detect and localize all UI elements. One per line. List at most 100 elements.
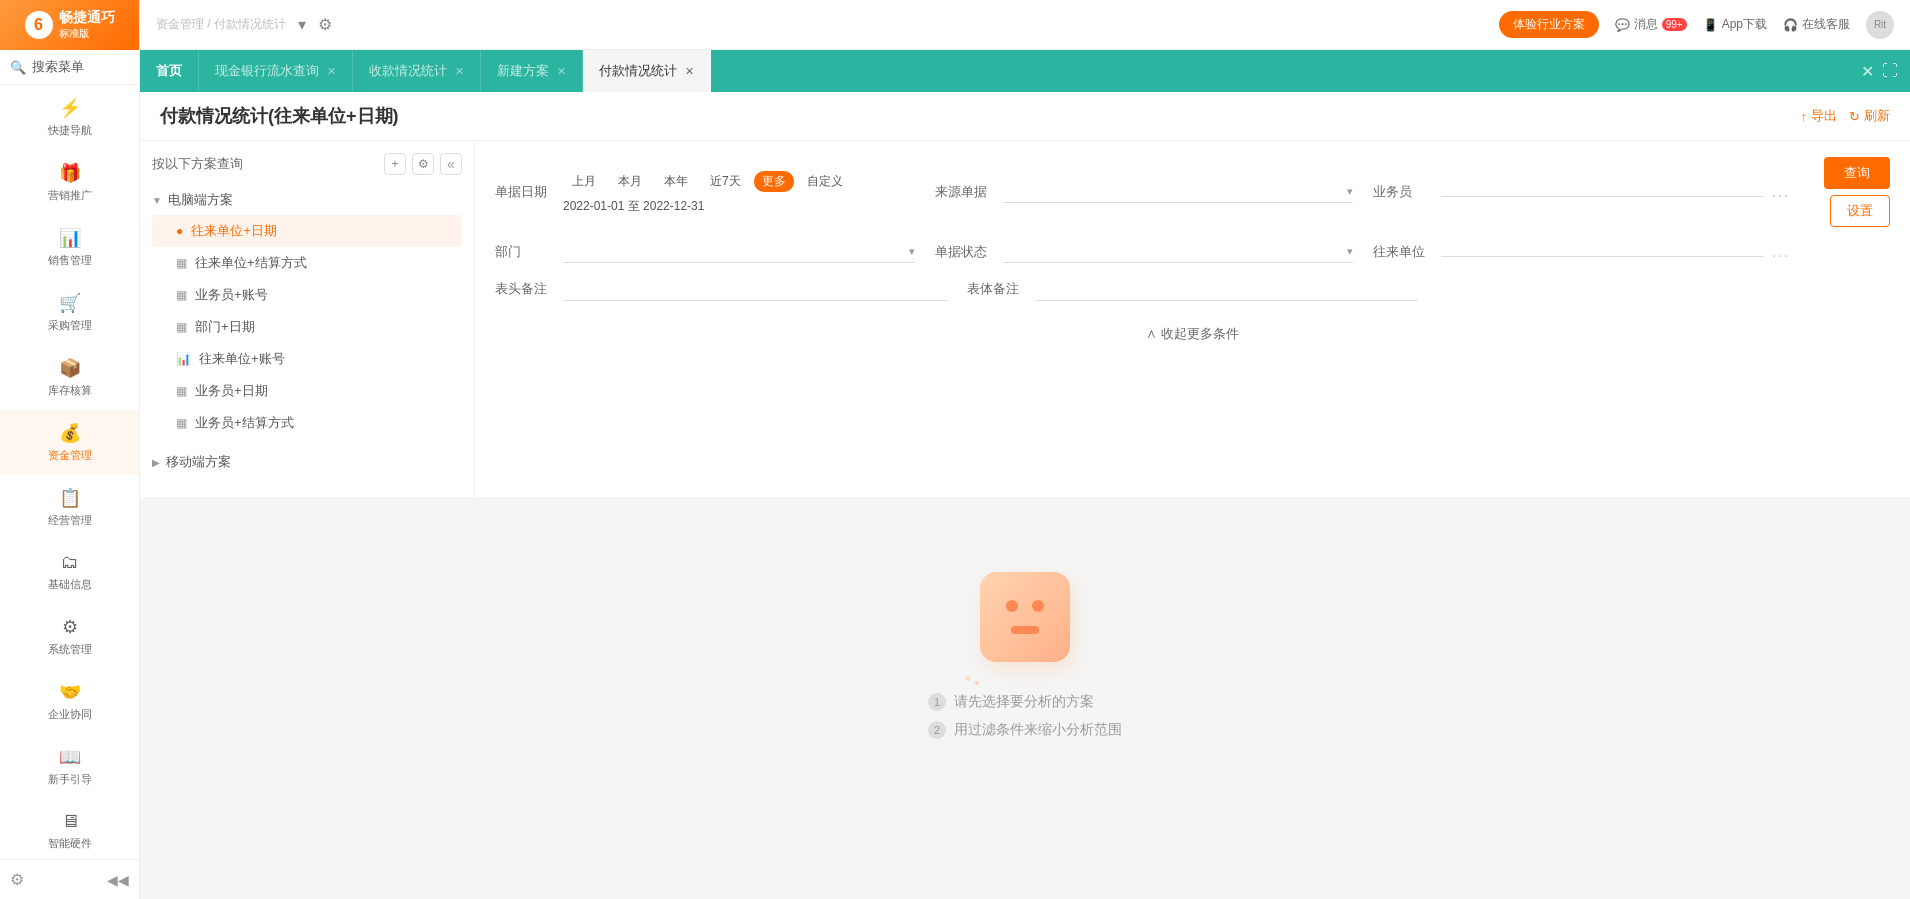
body-note-input[interactable]	[1035, 277, 1419, 301]
tabbar-actions: ✕ ⛶	[1849, 50, 1910, 92]
export-btn[interactable]: ↑ 导出	[1801, 107, 1838, 125]
sidebar-item-collab[interactable]: 🤝 企业协同	[0, 669, 139, 734]
tab-home[interactable]: 首页	[140, 50, 199, 92]
mobile-scheme-group-header[interactable]: ▶ 移动端方案	[152, 447, 462, 477]
header-note-input[interactable]	[563, 277, 947, 301]
date-btn-last-month[interactable]: 上月	[563, 169, 605, 194]
partner-select[interactable]	[1441, 248, 1765, 257]
tab-receipt-stats-close[interactable]: ✕	[455, 65, 464, 78]
guide-icon: 📖	[59, 746, 81, 768]
mobile-group-label: 移动端方案	[166, 453, 231, 471]
scheme-item-icon: ▦	[176, 384, 187, 398]
sidebar-item-guide[interactable]: 📖 新手引导	[0, 734, 139, 799]
topbar-left: 资金管理 / 付款情况统计 ▾ ⚙	[156, 15, 332, 34]
body-note-label: 表体备注	[967, 280, 1027, 298]
scheme-item-label: 部门+日期	[195, 318, 255, 336]
sidebar-item-label: 快捷导航	[48, 123, 92, 138]
date-btn-custom[interactable]: 自定义	[798, 169, 852, 194]
sidebar-item-inventory[interactable]: 📦 库存核算	[0, 345, 139, 410]
date-label: 单据日期	[495, 183, 555, 201]
tab-new-scheme-label: 新建方案	[497, 62, 549, 80]
sidebar-search[interactable]: 🔍 搜索菜单	[0, 50, 139, 85]
scheme-add-btn[interactable]: +	[384, 153, 406, 175]
date-btn-this-month[interactable]: 本月	[609, 169, 651, 194]
source-doc-select[interactable]: ▾	[1003, 181, 1353, 203]
dept-select[interactable]: ▾	[563, 241, 915, 263]
trial-btn[interactable]: 体验行业方案	[1499, 11, 1599, 38]
scheme-item-partner-account[interactable]: 📊 往来单位+账号	[152, 343, 462, 375]
date-btn-more[interactable]: 更多	[754, 171, 794, 192]
footer-settings-icon[interactable]: ⚙	[10, 870, 24, 889]
sidebar-item-system[interactable]: ⚙ 系统管理	[0, 604, 139, 669]
scheme-item-icon: ▦	[176, 288, 187, 302]
sidebar-item-hardware[interactable]: 🖥 智能硬件	[0, 799, 139, 859]
date-btn-7days[interactable]: 近7天	[701, 169, 750, 194]
tab-payment-stats[interactable]: 付款情况统计 ✕	[583, 50, 711, 92]
date-btn-this-year[interactable]: 本年	[655, 169, 697, 194]
collapse-more-btn[interactable]: ∧ 收起更多条件	[495, 315, 1890, 353]
sidebar-item-purchase[interactable]: 🛒 采购管理	[0, 280, 139, 345]
tab-bank-flow-close[interactable]: ✕	[327, 65, 336, 78]
group-arrow-icon: ▶	[152, 457, 160, 468]
scheme-collapse-btn[interactable]: «	[440, 153, 462, 175]
tab-expand-icon[interactable]: ⛶	[1882, 62, 1898, 80]
date-range: 2022-01-01 至 2022-12-31	[563, 198, 704, 215]
business-icon: 📋	[59, 487, 81, 509]
tab-close-all-icon[interactable]: ✕	[1861, 62, 1874, 81]
scheme-item-partner-date[interactable]: ● 往来单位+日期	[152, 215, 462, 247]
staff-label: 业务员	[1373, 183, 1433, 201]
sidebar-item-finance[interactable]: 💰 资金管理	[0, 410, 139, 475]
topbar-gear-icon[interactable]: ⚙	[318, 15, 332, 34]
message-btn[interactable]: 💬 消息 99+	[1615, 16, 1687, 33]
scheme-item-partner-settle[interactable]: ▦ 往来单位+结算方式	[152, 247, 462, 279]
scheme-item-staff-settle[interactable]: ▦ 业务员+结算方式	[152, 407, 462, 439]
staff-select[interactable]	[1441, 188, 1765, 197]
empty-hint-2-text: 用过滤条件来缩小分析范围	[954, 721, 1122, 739]
desktop-scheme-group-header[interactable]: ▼ 电脑端方案	[152, 185, 462, 215]
tab-bank-flow[interactable]: 现金银行流水查询 ✕	[199, 50, 353, 92]
scheme-item-label: 往来单位+日期	[191, 222, 277, 240]
app-download-btn[interactable]: 📱 App下载	[1703, 16, 1767, 33]
staff-dots-btn[interactable]: ...	[1772, 184, 1790, 200]
scheme-item-icon: 📊	[176, 352, 191, 366]
partner-dots-btn[interactable]: ...	[1772, 244, 1790, 260]
sidebar-item-label: 企业协同	[48, 707, 92, 722]
tab-new-scheme-close[interactable]: ✕	[557, 65, 566, 78]
scheme-settings-btn[interactable]: ⚙	[412, 153, 434, 175]
sidebar-item-label: 资金管理	[48, 448, 92, 463]
app-label: App下载	[1722, 16, 1767, 33]
sidebar-item-quick-nav[interactable]: ⚡ 快捷导航	[0, 85, 139, 150]
scheme-item-staff-date[interactable]: ▦ 业务员+日期	[152, 375, 462, 407]
tab-new-scheme[interactable]: 新建方案 ✕	[481, 50, 583, 92]
footer-collapse-icon[interactable]: ◀◀	[107, 872, 129, 888]
scheme-item-label: 业务员+日期	[195, 382, 268, 400]
sidebar-item-marketing[interactable]: 🎁 营销推广	[0, 150, 139, 215]
scheme-list: 按以下方案查询 + ⚙ «	[140, 141, 475, 497]
scheme-item-icon: ▦	[176, 256, 187, 270]
scheme-item-staff-account[interactable]: ▦ 业务员+账号	[152, 279, 462, 311]
scheme-item-label: 往来单位+结算方式	[195, 254, 307, 272]
finance-icon: 💰	[59, 422, 81, 444]
add-icon: +	[391, 157, 398, 171]
tab-receipt-stats[interactable]: 收款情况统计 ✕	[353, 50, 481, 92]
app-icon: 📱	[1703, 18, 1718, 32]
refresh-btn[interactable]: ↻ 刷新	[1849, 107, 1890, 125]
doc-status-select[interactable]: ▾	[1003, 241, 1353, 263]
marketing-icon: 🎁	[59, 162, 81, 184]
tab-payment-stats-close[interactable]: ✕	[685, 65, 694, 78]
scheme-header-label: 按以下方案查询	[152, 155, 243, 173]
user-avatar[interactable]: Rit	[1866, 11, 1894, 39]
sidebar-item-business[interactable]: 📋 经营管理	[0, 475, 139, 540]
query-btn[interactable]: 查询	[1824, 157, 1890, 189]
scheme-header-left: 按以下方案查询	[152, 155, 243, 173]
sidebar-item-basic[interactable]: 🗂 基础信息	[0, 540, 139, 604]
page-actions: ↑ 导出 ↻ 刷新	[1801, 107, 1891, 125]
logo-text: 畅捷通巧	[59, 9, 115, 27]
scheme-item-dept-date[interactable]: ▦ 部门+日期	[152, 311, 462, 343]
sidebar-item-sales[interactable]: 📊 销售管理	[0, 215, 139, 280]
online-service-btn[interactable]: 🎧 在线客服	[1783, 16, 1850, 33]
empty-num-2: 2	[928, 721, 946, 739]
topbar-settings-icon[interactable]: ▾	[298, 15, 306, 34]
tabbar: 首页 现金银行流水查询 ✕ 收款情况统计 ✕ 新建方案 ✕ 付款情况统计 ✕ ✕…	[140, 50, 1910, 92]
filter-settings-btn[interactable]: 设置	[1830, 195, 1890, 227]
